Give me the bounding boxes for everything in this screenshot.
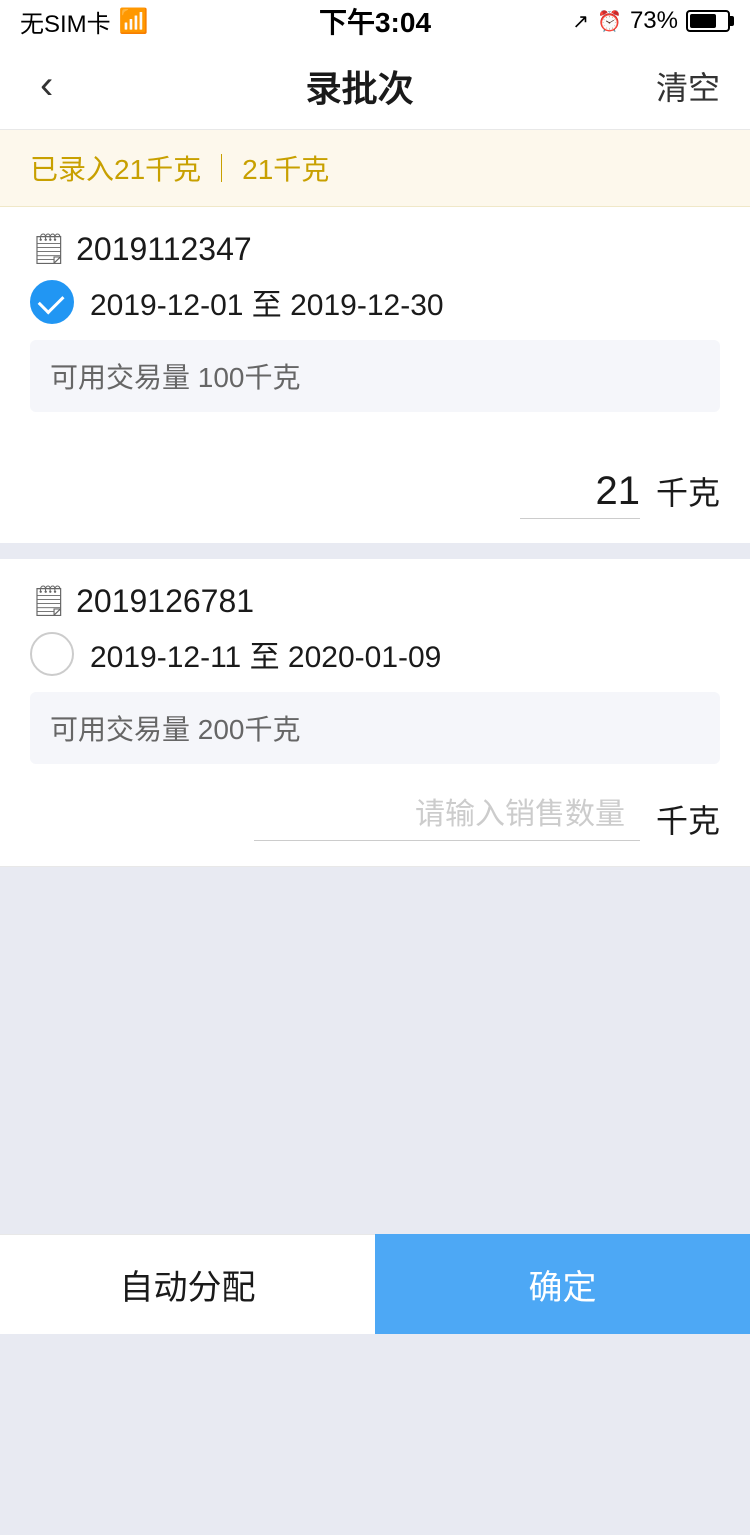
battery-icon [686,10,730,32]
input-underline [254,840,640,841]
summary-divider [221,154,222,182]
location-icon: ↗ [572,9,589,34]
batch-doc-icon: 🗒 [30,232,68,267]
batch-2-id-row: 🗒 2019126781 [30,583,720,620]
batch-2-date-row[interactable]: 2019-12-11 至 2020-01-09 [30,632,720,676]
summary-label: 已录入21千克 [30,148,201,188]
status-time: 下午3:04 [319,1,431,41]
alarm-icon: ⏰ [597,9,622,34]
batch-1-quantity-section: 21 千克 [0,452,750,543]
clear-button[interactable]: 清空 [656,63,720,109]
batch-1-unit: 千克 [656,468,720,514]
bottom-area [0,867,750,1535]
nav-bar: ‹ 录批次 清空 [0,42,750,130]
batch-2-avail-text: 可用交易量 200千克 [50,714,301,745]
batch-1-availability: 可用交易量 100千克 [30,340,720,412]
batch-2-quantity-input[interactable] [254,798,640,832]
page-title: 录批次 [306,60,414,112]
confirm-button[interactable]: 确定 [375,1234,750,1334]
batch-1-quantity-value: 21 [595,469,640,514]
wifi-icon: 📶 [119,7,149,36]
summary-bar: 已录入21千克 21千克 [0,130,750,207]
status-right: ↗ ⏰ 73% [572,7,730,35]
batch-2-radio[interactable] [30,632,74,676]
batch-2-date: 2019-12-11 至 2020-01-09 [90,632,441,676]
batch-2-header: 🗒 2019126781 2019-12-11 至 2020-01-09 可用交… [0,559,750,788]
section-divider [0,543,750,559]
batch-2-unit: 千克 [656,796,720,842]
batch-1-avail-text: 可用交易量 100千克 [50,362,301,393]
batch-1-header: 🗒 2019112347 2019-12-01 至 2019-12-30 可用交… [0,207,750,452]
batch-1-radio[interactable] [30,280,74,324]
status-bar: 无SIM卡 📶 下午3:04 ↗ ⏰ 73% [0,0,750,42]
batch-1-date-row[interactable]: 2019-12-01 至 2019-12-30 [30,280,720,324]
bottom-buttons: 自动分配 确定 [0,1234,750,1334]
back-button[interactable]: ‹ [30,53,63,118]
batch-2-availability: 可用交易量 200千克 [30,692,720,764]
summary-amount: 21千克 [242,148,329,188]
batch-2-quantity-section: 千克 [0,788,750,867]
status-left: 无SIM卡 📶 [20,4,149,39]
batch-1-id: 2019112347 [76,231,252,268]
batch-1-date: 2019-12-01 至 2019-12-30 [90,280,444,324]
carrier-text: 无SIM卡 [20,4,111,39]
battery-percent: 73% [630,7,678,35]
batch-item-2: 🗒 2019126781 2019-12-11 至 2020-01-09 可用交… [0,559,750,867]
auto-distribute-button[interactable]: 自动分配 [0,1234,375,1334]
batch-item-1: 🗒 2019112347 2019-12-01 至 2019-12-30 可用交… [0,207,750,543]
batch-1-id-row: 🗒 2019112347 [30,231,720,268]
batch-2-doc-icon: 🗒 [30,584,68,619]
batch-2-id: 2019126781 [76,583,254,620]
quantity-input-wrapper[interactable] [254,798,640,841]
